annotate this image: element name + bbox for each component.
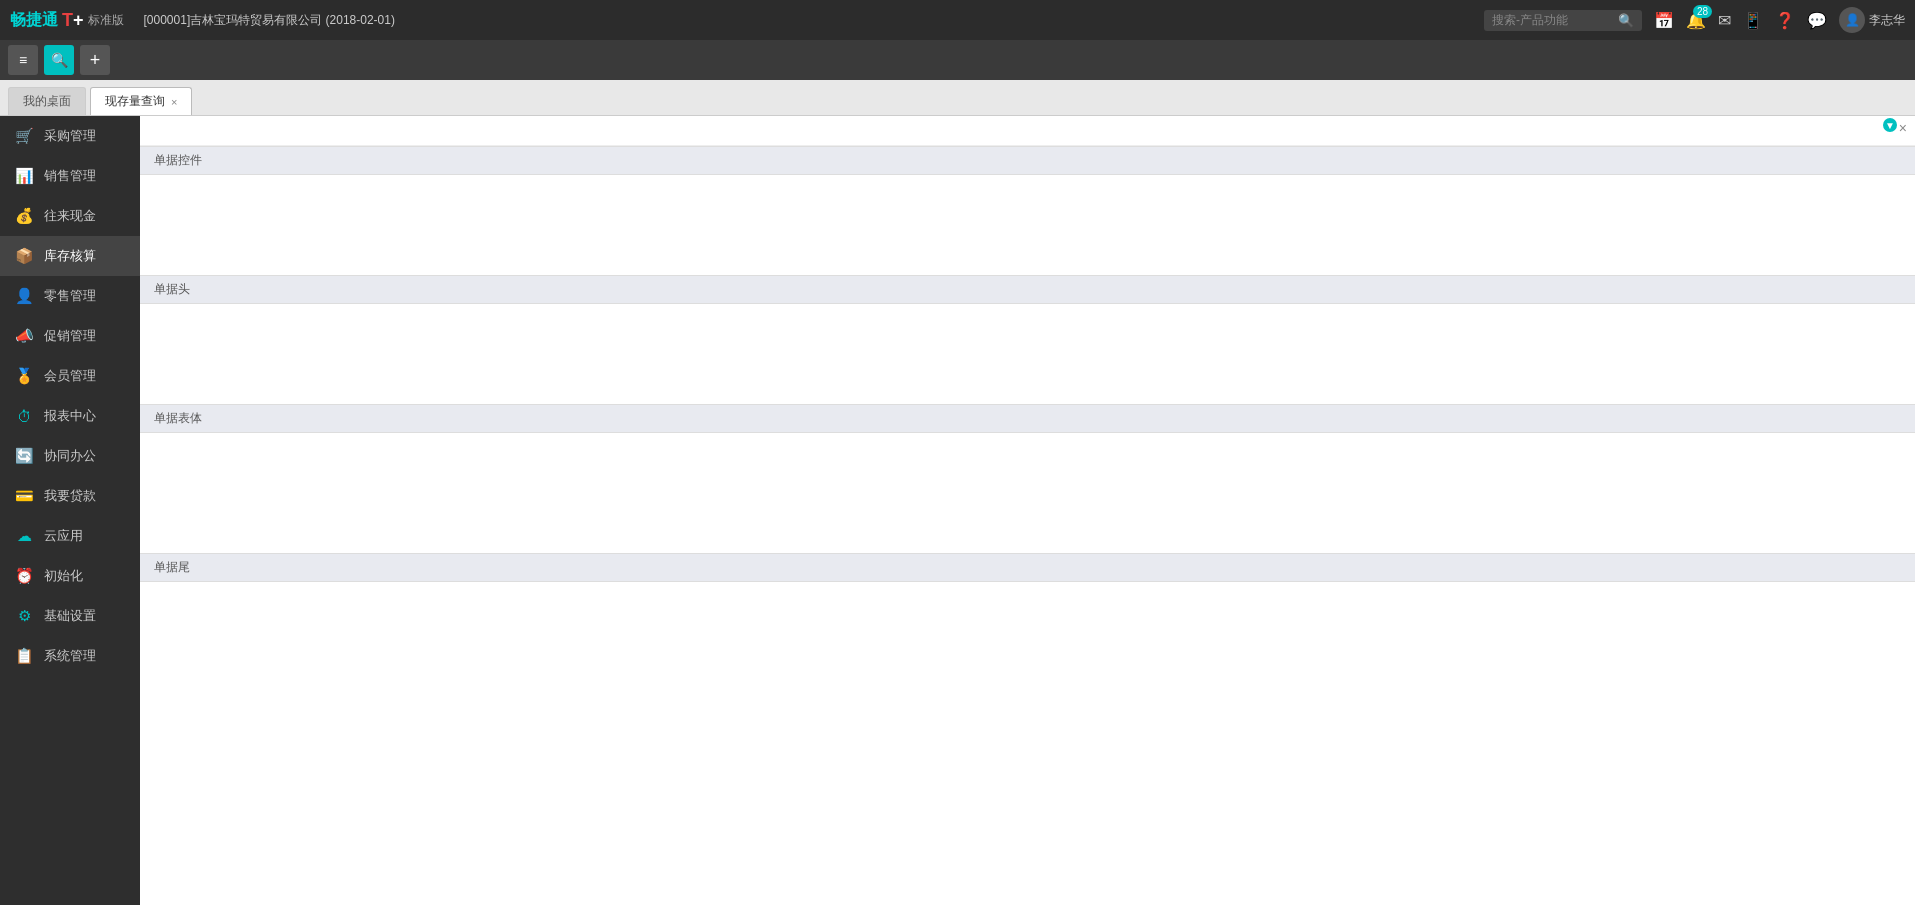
- user-area[interactable]: 👤 李志华: [1839, 7, 1905, 33]
- loan-icon: 💳: [14, 486, 34, 506]
- company-info: [000001]吉林宝玛特贸易有限公司 (2018-02-01): [144, 12, 395, 29]
- sales-icon: 📊: [14, 166, 34, 186]
- voucher-control-header: 单据控件: [140, 146, 1915, 175]
- voucher-head-label: 单据头: [154, 282, 190, 296]
- sidebar-item-sales[interactable]: 📊 销售管理: [0, 156, 140, 196]
- search-input[interactable]: [1492, 13, 1612, 27]
- purchase-icon: 🛒: [14, 126, 34, 146]
- mobile-icon[interactable]: 📱: [1743, 11, 1763, 30]
- sidebar-item-loan[interactable]: 💳 我要贷款: [0, 476, 140, 516]
- member-icon: 🏅: [14, 366, 34, 386]
- sidebar-item-init[interactable]: ⏰ 初始化: [0, 556, 140, 596]
- brand-area: 畅捷通 T+ 标准版: [10, 10, 124, 31]
- sidebar-item-basic-settings-label: 基础设置: [44, 607, 96, 625]
- sidebar-item-system-label: 系统管理: [44, 647, 96, 665]
- email-icon[interactable]: ✉: [1718, 11, 1731, 30]
- voucher-head-header: 单据头: [140, 275, 1915, 304]
- user-name: 李志华: [1869, 12, 1905, 29]
- sidebar: 🛒 采购管理 📊 销售管理 💰 往来现金 📦 库存核算 👤 零售管理 📣 促销管…: [0, 116, 140, 905]
- main-toolbar: ≡ 🔍 +: [0, 40, 1915, 80]
- tab-inventory-query[interactable]: 现存量查询 ×: [90, 87, 192, 115]
- tab-close-icon[interactable]: ×: [171, 96, 177, 108]
- collab-icon: 🔄: [14, 446, 34, 466]
- sidebar-item-member-label: 会员管理: [44, 367, 96, 385]
- voucher-tail-body: [140, 582, 1915, 882]
- search-box[interactable]: 🔍: [1484, 10, 1642, 31]
- sidebar-item-cloud[interactable]: ☁ 云应用: [0, 516, 140, 556]
- sidebar-item-finance[interactable]: 💰 往来现金: [0, 196, 140, 236]
- add-button[interactable]: +: [80, 45, 110, 75]
- sidebar-item-promotion-label: 促销管理: [44, 327, 96, 345]
- sidebar-item-system[interactable]: 📋 系统管理: [0, 636, 140, 676]
- sidebar-item-member[interactable]: 🏅 会员管理: [0, 356, 140, 396]
- sidebar-item-collab[interactable]: 🔄 协同办公: [0, 436, 140, 476]
- promotion-icon: 📣: [14, 326, 34, 346]
- main-layout: 🛒 采购管理 📊 销售管理 💰 往来现金 📦 库存核算 👤 零售管理 📣 促销管…: [0, 116, 1915, 905]
- voucher-body-header: 单据表体: [140, 404, 1915, 433]
- inventory-icon: 📦: [14, 246, 34, 266]
- sidebar-item-cloud-label: 云应用: [44, 527, 83, 545]
- sidebar-item-finance-label: 往来现金: [44, 207, 96, 225]
- sidebar-item-purchase-label: 采购管理: [44, 127, 96, 145]
- brand-name: 畅捷通: [10, 10, 58, 31]
- tabs-bar: 我的桌面 现存量查询 ×: [0, 80, 1915, 116]
- tab-inventory-query-label: 现存量查询: [105, 93, 165, 110]
- menu-button[interactable]: ≡: [8, 45, 38, 75]
- cloud-icon: ☁: [14, 526, 34, 546]
- voucher-body-body: [140, 433, 1915, 553]
- sidebar-item-promotion[interactable]: 📣 促销管理: [0, 316, 140, 356]
- voucher-body-label: 单据表体: [154, 411, 202, 425]
- sidebar-item-reports[interactable]: ⏱ 报表中心: [0, 396, 140, 436]
- tab-my-desk-label: 我的桌面: [23, 93, 71, 110]
- sidebar-item-retail[interactable]: 👤 零售管理: [0, 276, 140, 316]
- app-header: 畅捷通 T+ 标准版 [000001]吉林宝玛特贸易有限公司 (2018-02-…: [0, 0, 1915, 40]
- voucher-head-section: 单据头: [140, 275, 1915, 404]
- user-avatar: 👤: [1839, 7, 1865, 33]
- tab-my-desk[interactable]: 我的桌面: [8, 87, 86, 115]
- sidebar-item-purchase[interactable]: 🛒 采购管理: [0, 116, 140, 156]
- notification-icon[interactable]: 🔔 28: [1686, 11, 1706, 30]
- search-icon[interactable]: 🔍: [1618, 13, 1634, 28]
- system-icon: 📋: [14, 646, 34, 666]
- voucher-control-section: 单据控件: [140, 146, 1915, 275]
- retail-icon: 👤: [14, 286, 34, 306]
- init-icon: ⏰: [14, 566, 34, 586]
- message-icon[interactable]: 💬: [1807, 11, 1827, 30]
- voucher-control-label: 单据控件: [154, 153, 202, 167]
- sidebar-item-inventory-label: 库存核算: [44, 247, 96, 265]
- content-close-button[interactable]: ×: [1891, 116, 1915, 140]
- sidebar-item-loan-label: 我要贷款: [44, 487, 96, 505]
- voucher-tail-header: 单据尾: [140, 553, 1915, 582]
- brand-version: 标准版: [88, 12, 124, 29]
- brand-t: T+: [62, 10, 84, 31]
- sidebar-item-retail-label: 零售管理: [44, 287, 96, 305]
- content-top-bar: ▼: [140, 116, 1915, 146]
- finance-icon: 💰: [14, 206, 34, 226]
- voucher-tail-section: 单据尾: [140, 553, 1915, 882]
- sidebar-item-inventory[interactable]: 📦 库存核算: [0, 236, 140, 276]
- calendar-icon[interactable]: 📅: [1654, 11, 1674, 30]
- sidebar-item-reports-label: 报表中心: [44, 407, 96, 425]
- sidebar-item-basic-settings[interactable]: ⚙ 基础设置: [0, 596, 140, 636]
- header-right: 🔍 📅 🔔 28 ✉ 📱 ❓ 💬 👤 李志华: [1484, 7, 1905, 33]
- sidebar-item-collab-label: 协同办公: [44, 447, 96, 465]
- notification-badge: 28: [1693, 5, 1712, 18]
- sidebar-item-init-label: 初始化: [44, 567, 83, 585]
- content-area: ▼ × 单据控件 单据头 单据表体 单据尾: [140, 116, 1915, 905]
- help-icon[interactable]: ❓: [1775, 11, 1795, 30]
- voucher-head-body: [140, 304, 1915, 404]
- reports-icon: ⏱: [14, 406, 34, 426]
- voucher-tail-label: 单据尾: [154, 560, 190, 574]
- basic-settings-icon: ⚙: [14, 606, 34, 626]
- search-button[interactable]: 🔍: [44, 45, 74, 75]
- voucher-control-body: [140, 175, 1915, 275]
- voucher-body-section: 单据表体: [140, 404, 1915, 553]
- sidebar-item-sales-label: 销售管理: [44, 167, 96, 185]
